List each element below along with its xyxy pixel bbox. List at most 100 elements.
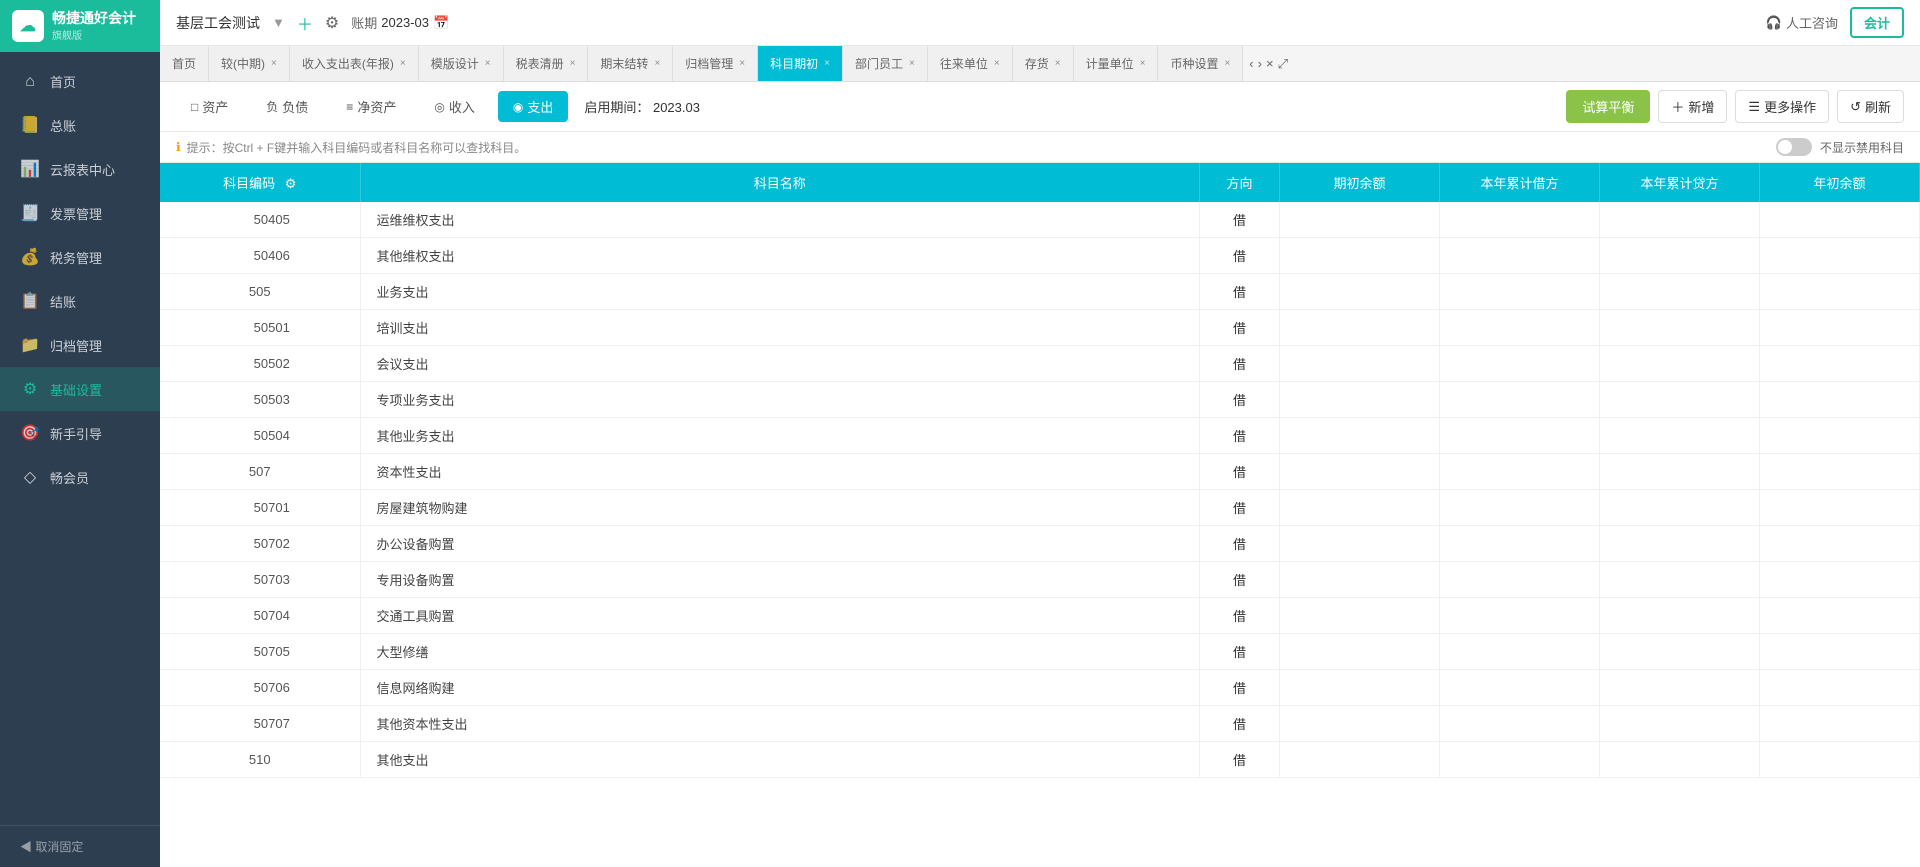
add-company-icon[interactable]: ＋ <box>297 11 313 35</box>
company-settings-icon[interactable]: ⚙ <box>325 13 339 33</box>
cell-ytd-debit <box>1440 274 1600 310</box>
balance-button[interactable]: 试算平衡 <box>1566 90 1650 123</box>
tab-income-annual-close[interactable]: × <box>400 58 406 69</box>
table-row[interactable]: 50503 专项业务支出 借 <box>160 382 1920 418</box>
tab-interim-close[interactable]: × <box>271 58 277 69</box>
period-label: 账期 <box>351 13 377 32</box>
logo-text-area: 畅捷通好会计 旗舰版 <box>52 10 136 42</box>
cell-bal <box>1280 418 1440 454</box>
table-row[interactable]: 50704 交通工具购置 借 <box>160 598 1920 634</box>
period-value: 2023-03 <box>381 15 429 30</box>
table-row[interactable]: 50705 大型修缮 借 <box>160 634 1920 670</box>
table-row[interactable]: 50405 运维维权支出 借 <box>160 202 1920 238</box>
period-info: 启用期间： 2023.03 <box>584 97 700 116</box>
tabs-next-icon[interactable]: › <box>1258 56 1262 71</box>
tab-subject-init-close[interactable]: × <box>824 58 830 69</box>
cell-ytd-credit <box>1600 490 1760 526</box>
sidebar-item-tax[interactable]: 💰 税务管理 <box>0 235 160 279</box>
tab-unit-close[interactable]: × <box>1140 58 1146 69</box>
table-row[interactable]: 50703 专用设备购置 借 <box>160 562 1920 598</box>
archive-icon: 📁 <box>20 335 40 355</box>
tabs-close-all-icon[interactable]: × <box>1266 56 1274 71</box>
table-row[interactable]: 50702 办公设备购置 借 <box>160 526 1920 562</box>
tab-currency-close[interactable]: × <box>1224 58 1230 69</box>
cell-dir: 借 <box>1200 310 1280 346</box>
income-icon: ◎ <box>434 100 444 114</box>
tab-template[interactable]: 模版设计 × <box>419 46 504 82</box>
tabs-prev-icon[interactable]: ‹ <box>1249 56 1253 71</box>
cell-dir: 借 <box>1200 382 1280 418</box>
more-button[interactable]: ☰ 更多操作 <box>1735 90 1829 123</box>
sidebar-item-invoice[interactable]: 🧾 发票管理 <box>0 191 160 235</box>
tab-period-end-close[interactable]: × <box>654 58 660 69</box>
tab-inventory[interactable]: 存货 × <box>1013 46 1074 82</box>
calendar-icon[interactable]: 📅 <box>433 15 449 31</box>
filter-tab-asset[interactable]: □ 资产 <box>176 91 243 122</box>
table-row[interactable]: 50502 会议支出 借 <box>160 346 1920 382</box>
tab-archive-close[interactable]: × <box>739 58 745 69</box>
cell-code: 50405 <box>160 202 360 238</box>
tab-contact-close[interactable]: × <box>994 58 1000 69</box>
tab-template-close[interactable]: × <box>485 58 491 69</box>
cell-year-bal <box>1760 310 1920 346</box>
tab-period-end[interactable]: 期末结转 × <box>588 46 673 82</box>
table-row[interactable]: 50501 培训支出 借 <box>160 310 1920 346</box>
sidebar: ☁ 畅捷通好会计 旗舰版 ⌂ 首页 📒 总账 📊 云报表中心 🧾 发票管理 💰 … <box>0 0 160 867</box>
sidebar-item-settlement[interactable]: 📋 结账 <box>0 279 160 323</box>
cell-ytd-credit <box>1600 526 1760 562</box>
tab-unit[interactable]: 计量单位 × <box>1074 46 1159 82</box>
filter-tab-expense[interactable]: ◉ 支出 <box>498 91 569 122</box>
col-settings-icon[interactable]: ⚙ <box>285 176 297 191</box>
cell-bal <box>1280 670 1440 706</box>
tab-dept-close[interactable]: × <box>909 58 915 69</box>
cell-code: 50501 <box>160 310 360 346</box>
tab-inventory-close[interactable]: × <box>1055 58 1061 69</box>
main-content: 基层工会测试 ▼ ＋ ⚙ 账期 2023-03 📅 🎧 人工咨询 会计 首页 较… <box>160 0 1920 867</box>
consult-btn[interactable]: 🎧 人工咨询 <box>1766 13 1838 32</box>
tab-home[interactable]: 首页 <box>160 46 209 82</box>
refresh-button[interactable]: ↺ 刷新 <box>1837 90 1904 123</box>
sidebar-item-member[interactable]: ◇ 畅会员 <box>0 455 160 499</box>
tab-archive-label: 归档管理 <box>685 55 733 72</box>
cell-code: 50703 <box>160 562 360 598</box>
tab-dept[interactable]: 部门员工 × <box>843 46 928 82</box>
table-row[interactable]: 507 资本性支出 借 <box>160 454 1920 490</box>
tab-subject-init[interactable]: 科目期初 × <box>758 46 843 82</box>
sidebar-item-guide[interactable]: 🎯 新手引导 <box>0 411 160 455</box>
sidebar-item-reports[interactable]: 📊 云报表中心 <box>0 147 160 191</box>
filter-tab-liability[interactable]: 负 负债 <box>251 91 323 122</box>
sidebar-item-label-tax: 税务管理 <box>50 248 102 267</box>
company-dropdown-icon[interactable]: ▼ <box>272 15 285 30</box>
table-row[interactable]: 50701 房屋建筑物购建 借 <box>160 490 1920 526</box>
sidebar-collapse[interactable]: ◀ 取消固定 <box>0 825 160 867</box>
table-container[interactable]: 科目编码 ⚙ 科目名称 方向 期初余额 本年累计借方 本年累计贷方 年初余额 5… <box>160 163 1920 867</box>
user-role-button[interactable]: 会计 <box>1850 7 1904 38</box>
tabs-expand-icon[interactable]: ⤢ <box>1278 56 1288 72</box>
table-row[interactable]: 50406 其他维权支出 借 <box>160 238 1920 274</box>
tab-inventory-label: 存货 <box>1025 55 1049 72</box>
sidebar-item-ledger[interactable]: 📒 总账 <box>0 103 160 147</box>
table-row[interactable]: 505 业务支出 借 <box>160 274 1920 310</box>
tab-currency[interactable]: 币种设置 × <box>1158 46 1243 82</box>
tab-tax[interactable]: 税表清册 × <box>504 46 589 82</box>
cell-year-bal <box>1760 562 1920 598</box>
sidebar-item-home[interactable]: ⌂ 首页 <box>0 60 160 103</box>
tab-contact[interactable]: 往来单位 × <box>928 46 1013 82</box>
filter-tab-equity[interactable]: ≡ 净资产 <box>331 91 411 122</box>
tab-archive[interactable]: 归档管理 × <box>673 46 758 82</box>
tab-tax-close[interactable]: × <box>570 58 576 69</box>
table-row[interactable]: 50706 信息网络购建 借 <box>160 670 1920 706</box>
tab-income-annual[interactable]: 收入支出表(年报) × <box>290 46 419 82</box>
sidebar-item-archive[interactable]: 📁 归档管理 <box>0 323 160 367</box>
add-button[interactable]: ＋ 新增 <box>1658 90 1727 123</box>
filter-tab-income[interactable]: ◎ 收入 <box>419 91 490 122</box>
toggle-disabled-accounts[interactable] <box>1776 138 1812 156</box>
tab-interim[interactable]: 较(中期) × <box>209 46 290 82</box>
filter-bar: □ 资产 负 负债 ≡ 净资产 ◎ 收入 ◉ 支出 启用期间： 2023.03 <box>160 82 1920 132</box>
table-row[interactable]: 510 其他支出 借 <box>160 742 1920 778</box>
cell-ytd-debit <box>1440 346 1600 382</box>
table-row[interactable]: 50707 其他资本性支出 借 <box>160 706 1920 742</box>
sidebar-item-settings[interactable]: ⚙ 基础设置 <box>0 367 160 411</box>
cell-ytd-credit <box>1600 202 1760 238</box>
table-row[interactable]: 50504 其他业务支出 借 <box>160 418 1920 454</box>
